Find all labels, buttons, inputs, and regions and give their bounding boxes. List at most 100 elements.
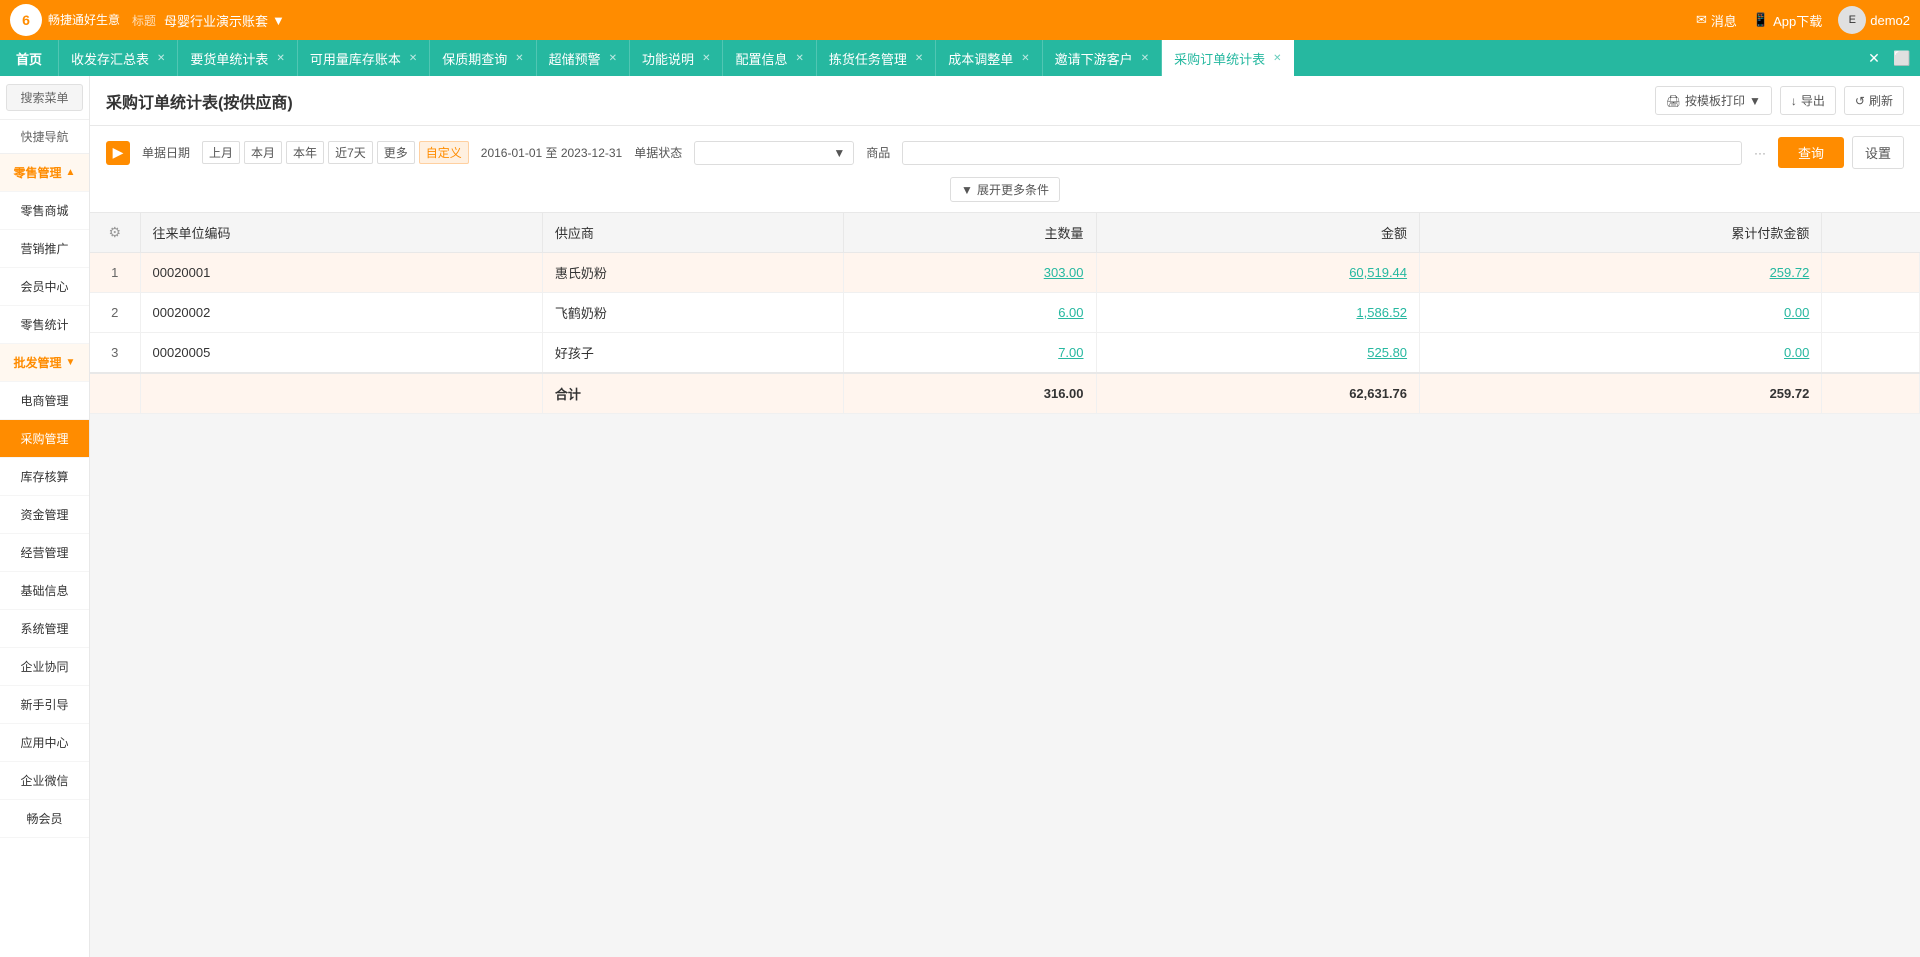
sidebar-item-enterprise-wechat[interactable]: 企业微信 [0, 762, 89, 800]
tab-chaochun[interactable]: 超储预警 ✕ [537, 40, 630, 76]
sidebar-item-vip[interactable]: 畅会员 [0, 800, 89, 838]
workspace-name: 母婴行业演示账套 [164, 11, 268, 30]
close-icon[interactable]: ✕ [1141, 53, 1149, 64]
table-row: 1 00020001 惠氏奶粉 303.00 60,519.44 259.72 [90, 253, 1920, 293]
paid-link[interactable]: 0.00 [1784, 305, 1809, 320]
expand-more-btn[interactable]: ▼ 展开更多条件 [950, 177, 1060, 202]
sidebar-label: 批发管理 [14, 354, 62, 371]
print-dropdown-icon: ▼ [1749, 94, 1761, 108]
status-select[interactable]: ▼ [694, 141, 854, 165]
close-icon[interactable]: ✕ [702, 53, 710, 64]
print-button[interactable]: 🖨 按模板打印 ▼ [1655, 86, 1772, 115]
close-icon[interactable]: ✕ [609, 53, 617, 64]
date-quick-btns: 上月 本月 本年 近7天 更多 自定义 [202, 141, 469, 164]
th-settings[interactable]: ⚙ [90, 213, 140, 253]
footer-amount: 62,631.76 [1096, 373, 1420, 414]
row-paid: 0.00 [1420, 293, 1822, 333]
date-btn-this-month[interactable]: 本月 [244, 141, 282, 164]
tab-close-control[interactable]: ✕ [1860, 44, 1888, 72]
avatar: E [1838, 6, 1866, 34]
row-qty: 303.00 [843, 253, 1096, 293]
sidebar-item-basic-info[interactable]: 基础信息 [0, 572, 89, 610]
main-layout: 搜索菜单 快捷导航 零售管理 ▲ 零售商城 营销推广 会员中心 零售统计 批发管… [0, 76, 1920, 957]
sidebar-item-system[interactable]: 系统管理 [0, 610, 89, 648]
nav-tabs: 首页 收发存汇总表 ✕ 要货单统计表 ✕ 可用量库存账本 ✕ 保质期查询 ✕ 超… [0, 40, 1920, 76]
close-icon[interactable]: ✕ [276, 53, 284, 64]
date-btn-7-days[interactable]: 近7天 [328, 141, 373, 164]
goods-search-input[interactable] [902, 141, 1742, 165]
tab-keyong[interactable]: 可用量库存账本 ✕ [298, 40, 430, 76]
tab-peizhi[interactable]: 配置信息 ✕ [723, 40, 816, 76]
table-header: ⚙ 往来单位编码 供应商 主数量 金额 累计付款金额 [90, 213, 1920, 253]
amount-link[interactable]: 60,519.44 [1349, 265, 1407, 280]
column-settings-icon[interactable]: ⚙ [108, 224, 121, 240]
sidebar-item-marketing[interactable]: 营销推广 [0, 230, 89, 268]
tab-chengben[interactable]: 成本调整单 ✕ [936, 40, 1042, 76]
search-menu-btn[interactable]: 搜索菜单 [6, 84, 83, 111]
sidebar-item-inventory[interactable]: 库存核算 [0, 458, 89, 496]
qty-link[interactable]: 6.00 [1058, 305, 1083, 320]
tab-shoufacun[interactable]: 收发存汇总表 ✕ [59, 40, 178, 76]
sidebar-item-finance[interactable]: 资金管理 [0, 496, 89, 534]
query-button[interactable]: 查询 [1778, 137, 1844, 168]
th-paid: 累计付款金额 [1420, 213, 1822, 253]
table-row: 2 00020002 飞鹤奶粉 6.00 1,586.52 0.00 [90, 293, 1920, 333]
row-paid: 259.72 [1420, 253, 1822, 293]
sidebar-item-purchase[interactable]: 采购管理 [0, 420, 89, 458]
breadcrumb: 标题 [132, 12, 156, 29]
close-icon[interactable]: ✕ [515, 53, 523, 64]
close-icon[interactable]: ✕ [1273, 53, 1281, 64]
sidebar-item-ecommerce[interactable]: 电商管理 [0, 382, 89, 420]
footer-row: 合计 316.00 62,631.76 259.72 [90, 373, 1920, 414]
status-filter-label: 单据状态 [634, 144, 682, 161]
qty-link[interactable]: 7.00 [1058, 345, 1083, 360]
tab-yaoqing[interactable]: 邀请下游客户 ✕ [1043, 40, 1162, 76]
sidebar-item-wholesale-mgmt[interactable]: 批发管理 ▼ [0, 344, 89, 382]
close-icon[interactable]: ✕ [915, 53, 923, 64]
tab-yaohuo[interactable]: 要货单统计表 ✕ [178, 40, 297, 76]
date-btn-this-year[interactable]: 本年 [286, 141, 324, 164]
amount-link[interactable]: 1,586.52 [1356, 305, 1407, 320]
workspace-selector[interactable]: 母婴行业演示账套 ▼ [164, 11, 285, 30]
sidebar-item-app-center[interactable]: 应用中心 [0, 724, 89, 762]
tab-home[interactable]: 首页 [0, 40, 59, 76]
user-area[interactable]: E demo2 [1838, 6, 1910, 34]
tab-restore-control[interactable]: ⬜ [1888, 44, 1916, 72]
sidebar-item-new-guide[interactable]: 新手引导 [0, 686, 89, 724]
close-icon[interactable]: ✕ [157, 53, 165, 64]
settings-button[interactable]: 设置 [1852, 136, 1904, 169]
row-paid: 0.00 [1420, 333, 1822, 374]
sidebar-item-enterprise-collab[interactable]: 企业协同 [0, 648, 89, 686]
refresh-button[interactable]: ↺ 刷新 [1844, 86, 1904, 115]
paid-link[interactable]: 0.00 [1784, 345, 1809, 360]
sidebar-item-retail-mall[interactable]: 零售商城 [0, 192, 89, 230]
sidebar-item-member[interactable]: 会员中心 [0, 268, 89, 306]
export-button[interactable]: ↓ 导出 [1780, 86, 1836, 115]
expand-label: 展开更多条件 [977, 181, 1049, 198]
tab-baozhi[interactable]: 保质期查询 ✕ [430, 40, 536, 76]
date-btn-last-month[interactable]: 上月 [202, 141, 240, 164]
paid-link[interactable]: 259.72 [1770, 265, 1810, 280]
amount-link[interactable]: 525.80 [1367, 345, 1407, 360]
table-row: 3 00020005 好孩子 7.00 525.80 0.00 [90, 333, 1920, 374]
close-icon[interactable]: ✕ [795, 53, 803, 64]
filter-toggle-btn[interactable]: ▶ [106, 141, 130, 165]
date-range-display: 2016-01-01 至 2023-12-31 [481, 144, 622, 161]
quick-nav-btn[interactable]: 快捷导航 [0, 120, 89, 154]
tab-gongneng[interactable]: 功能说明 ✕ [630, 40, 723, 76]
table-footer: 合计 316.00 62,631.76 259.72 [90, 373, 1920, 414]
date-btn-more[interactable]: 更多 [377, 141, 415, 164]
sidebar-item-operations[interactable]: 经营管理 [0, 534, 89, 572]
close-icon[interactable]: ✕ [1021, 53, 1029, 64]
qty-link[interactable]: 303.00 [1044, 265, 1084, 280]
goods-input-more-icon[interactable]: ··· [1754, 146, 1766, 160]
sidebar-item-retail-mgmt[interactable]: 零售管理 ▲ [0, 154, 89, 192]
status-select-arrow-icon: ▼ [833, 146, 845, 160]
sidebar-item-retail-stats[interactable]: 零售统计 [0, 306, 89, 344]
custom-date-badge[interactable]: 自定义 [419, 141, 469, 164]
message-btn[interactable]: ✉ 消息 [1696, 11, 1737, 30]
tab-jianhuo[interactable]: 拣货任务管理 ✕ [817, 40, 936, 76]
tab-caigou-active[interactable]: 采购订单统计表 ✕ [1162, 40, 1294, 76]
app-download-btn[interactable]: 📱 App下载 [1753, 11, 1822, 30]
close-icon[interactable]: ✕ [409, 53, 417, 64]
